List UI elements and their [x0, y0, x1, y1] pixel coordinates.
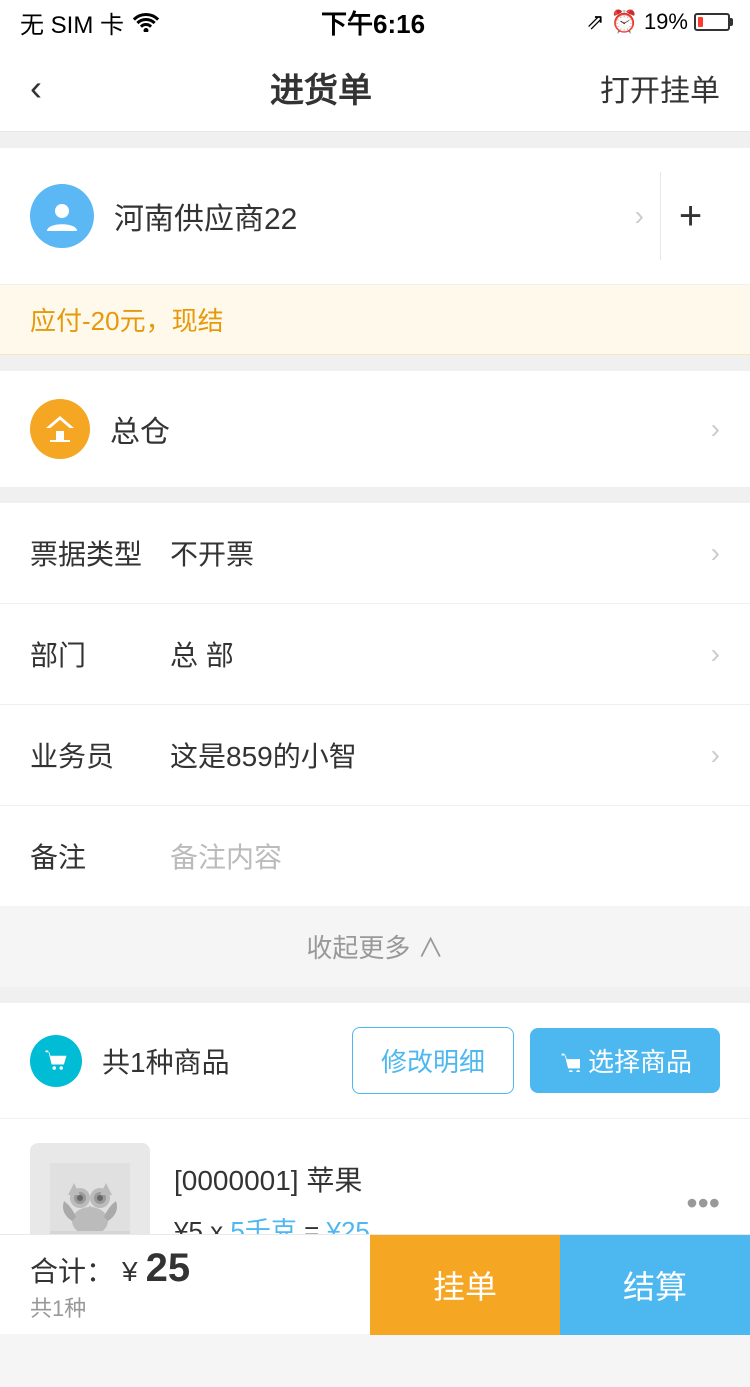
notice-bar: 应付-20元，现结 — [0, 285, 750, 355]
product-name: [0000001] 苹果 — [174, 1159, 660, 1199]
department-value: 总 部 — [170, 634, 711, 674]
section-gap-2 — [0, 355, 750, 371]
products-header: 共1种商品 修改明细 选择商品 — [0, 1003, 750, 1118]
edit-detail-button[interactable]: 修改明细 — [352, 1027, 514, 1094]
total-sub: 共1种 — [30, 1291, 340, 1323]
products-count-label: 共1种商品 — [102, 1041, 352, 1081]
remark-input[interactable]: 备注内容 — [170, 836, 720, 876]
battery-indicator — [694, 13, 730, 31]
location-icon: ⇗ — [586, 9, 604, 35]
salesperson-row[interactable]: 业务员 这是859的小智 › — [0, 704, 750, 805]
cart-icon — [42, 1047, 70, 1075]
warehouse-row[interactable]: 总仓 › — [0, 371, 750, 487]
bottom-bar: 合计： ¥ 25 共1种 挂单 结算 — [0, 1234, 750, 1334]
salesperson-chevron-icon: › — [711, 739, 720, 771]
total-currency: ¥ — [122, 1256, 138, 1288]
more-dots-icon: ••• — [686, 1185, 720, 1222]
invoice-type-value: 不开票 — [170, 533, 711, 573]
warehouse-section: 总仓 › — [0, 371, 750, 487]
department-label: 部门 — [30, 634, 170, 674]
product-more-button[interactable]: ••• — [660, 1185, 720, 1222]
status-bar: 无 SIM 卡 下午6:16 ⇗ ⏰ 19% — [0, 0, 750, 44]
alarm-icon: ⏰ — [611, 9, 638, 35]
total-main: 合计： ¥ 25 — [30, 1246, 340, 1291]
hang-order-button[interactable]: 挂单 — [370, 1235, 560, 1335]
section-gap-3 — [0, 487, 750, 503]
bottom-total: 合计： ¥ 25 共1种 — [0, 1246, 370, 1323]
product-title: 苹果 — [306, 1165, 362, 1196]
salesperson-value: 这是859的小智 — [170, 735, 711, 775]
invoice-type-chevron-icon: › — [711, 537, 720, 569]
back-button[interactable]: ‹ — [30, 67, 42, 109]
invoice-type-row[interactable]: 票据类型 不开票 › — [0, 503, 750, 603]
battery-percent: 19% — [644, 9, 688, 35]
status-bar-right: ⇗ ⏰ 19% — [586, 9, 730, 35]
supplier-add-button[interactable]: + — [660, 172, 720, 260]
section-gap-4 — [0, 987, 750, 1003]
supplier-section: 河南供应商22 › + 应付-20元，现结 — [0, 148, 750, 355]
wifi-icon — [132, 12, 160, 32]
house-icon — [44, 413, 76, 445]
supplier-name: 河南供应商22 — [114, 194, 635, 238]
warehouse-chevron-icon: › — [711, 413, 720, 445]
status-bar-left: 无 SIM 卡 — [20, 5, 160, 40]
total-label: 合计： — [30, 1250, 114, 1290]
status-bar-time: 下午6:16 — [321, 4, 425, 41]
warehouse-icon — [30, 399, 90, 459]
nav-bar: ‹ 进货单 打开挂单 — [0, 44, 750, 132]
product-image-placeholder: 督牛 — [50, 1163, 130, 1243]
form-section: 票据类型 不开票 › 部门 总 部 › 业务员 这是859的小智 › 备注 备注… — [0, 503, 750, 906]
products-icon — [30, 1035, 82, 1087]
total-amount: 25 — [146, 1246, 191, 1291]
department-row[interactable]: 部门 总 部 › — [0, 603, 750, 704]
settle-button[interactable]: 结算 — [560, 1235, 750, 1335]
department-chevron-icon: › — [711, 638, 720, 670]
warehouse-name: 总仓 — [110, 407, 711, 451]
salesperson-label: 业务员 — [30, 735, 170, 775]
supplier-avatar — [30, 184, 94, 248]
supplier-row[interactable]: 河南供应商22 › + — [0, 148, 750, 285]
remark-label: 备注 — [30, 836, 170, 876]
carrier-text: 无 SIM 卡 — [20, 5, 124, 40]
section-gap-1 — [0, 132, 750, 148]
remark-row[interactable]: 备注 备注内容 — [0, 805, 750, 906]
product-code: [0000001] — [174, 1165, 299, 1196]
select-product-button[interactable]: 选择商品 — [530, 1028, 720, 1093]
page-title: 进货单 — [270, 63, 372, 112]
person-icon — [44, 198, 80, 234]
collapse-bar[interactable]: 收起更多 ∧ — [0, 906, 750, 987]
select-product-label: 选择商品 — [588, 1042, 692, 1079]
select-product-icon — [558, 1050, 580, 1072]
chevron-right-icon: › — [635, 200, 644, 232]
open-hang-button[interactable]: 打开挂单 — [600, 66, 720, 110]
invoice-type-label: 票据类型 — [30, 533, 170, 573]
